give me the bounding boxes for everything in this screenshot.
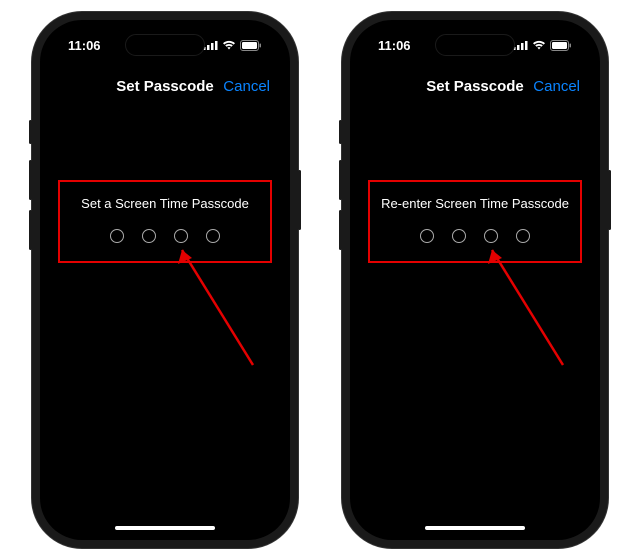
nav-title: Set Passcode (116, 78, 214, 95)
iphone-mockup-left: 11:06 Set Passcode Cancel Set a Screen T… (40, 20, 290, 540)
passcode-dot (110, 229, 124, 243)
iphone-mockup-right: 11:06 Set Passcode Cancel Re-enter Scree… (350, 20, 600, 540)
passcode-panel: Re-enter Screen Time Passcode (368, 180, 582, 263)
volume-down-button (339, 210, 342, 250)
volume-down-button (29, 210, 32, 250)
passcode-dots[interactable] (374, 229, 576, 243)
volume-up-button (339, 160, 342, 200)
home-indicator[interactable] (425, 526, 525, 530)
dynamic-island (125, 34, 205, 56)
wifi-icon (222, 40, 236, 50)
passcode-dot (206, 229, 220, 243)
passcode-dot (420, 229, 434, 243)
battery-icon (240, 40, 262, 51)
cancel-button[interactable]: Cancel (533, 78, 580, 95)
power-button (608, 170, 611, 230)
status-time: 11:06 (378, 38, 411, 53)
passcode-dot (452, 229, 466, 243)
passcode-dot (174, 229, 188, 243)
passcode-dot (516, 229, 530, 243)
silence-switch (29, 120, 32, 144)
passcode-prompt: Set a Screen Time Passcode (64, 196, 266, 211)
home-indicator[interactable] (115, 526, 215, 530)
status-indicators (513, 40, 572, 51)
wifi-icon (532, 40, 546, 50)
nav-bar: Set Passcode Cancel (350, 68, 600, 104)
silence-switch (339, 120, 342, 144)
cellular-signal-icon (513, 40, 528, 50)
annotation-highlight-box: Re-enter Screen Time Passcode (368, 180, 582, 263)
passcode-dots[interactable] (64, 229, 266, 243)
nav-title: Set Passcode (426, 78, 524, 95)
passcode-dot (484, 229, 498, 243)
nav-bar: Set Passcode Cancel (40, 68, 290, 104)
status-indicators (203, 40, 262, 51)
annotation-highlight-box: Set a Screen Time Passcode (58, 180, 272, 263)
passcode-dot (142, 229, 156, 243)
cancel-button[interactable]: Cancel (223, 78, 270, 95)
power-button (298, 170, 301, 230)
cellular-signal-icon (203, 40, 218, 50)
passcode-prompt: Re-enter Screen Time Passcode (374, 196, 576, 211)
volume-up-button (29, 160, 32, 200)
passcode-panel: Set a Screen Time Passcode (58, 180, 272, 263)
dynamic-island (435, 34, 515, 56)
status-time: 11:06 (68, 38, 101, 53)
battery-icon (550, 40, 572, 51)
